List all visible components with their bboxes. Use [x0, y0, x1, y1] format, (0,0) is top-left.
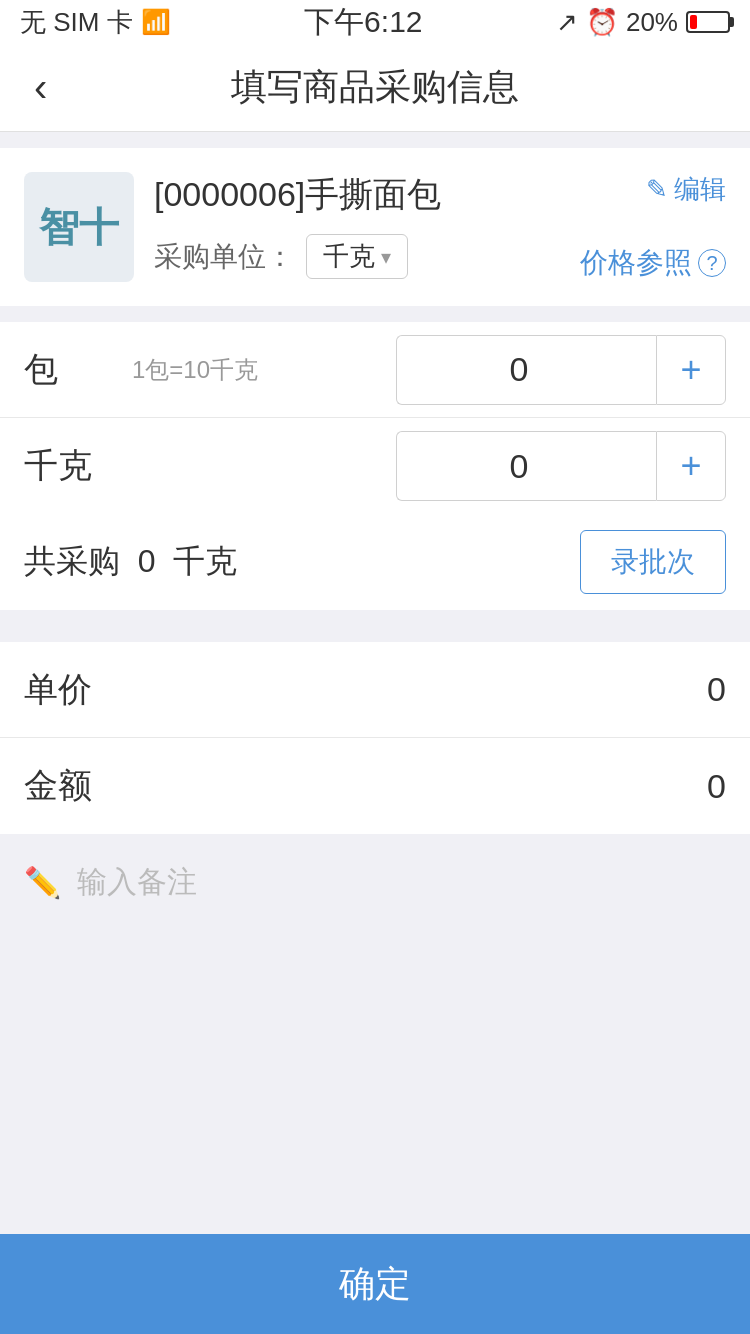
product-logo: 智十 — [39, 200, 119, 255]
wifi-icon: 📶 — [141, 8, 171, 36]
price-ref-label: 价格参照 — [580, 244, 692, 282]
total-label: 共采购 0 千克 — [24, 540, 237, 584]
bag-sublabel: 1包=10千克 — [132, 354, 258, 386]
unit-price-value: 0 — [707, 670, 726, 709]
product-card: 智十 [0000006]手撕面包 采购单位： 千克 ▾ ✎ 编辑 价格参照 ? — [0, 148, 750, 306]
product-name: [0000006]手撕面包 — [154, 172, 726, 218]
battery-percent: 20% — [626, 7, 678, 38]
unit-price-row: 单价 0 — [0, 642, 750, 738]
pencil-icon: ✏️ — [24, 865, 61, 900]
bag-quantity-input[interactable] — [396, 335, 656, 405]
kg-quantity-input[interactable] — [396, 431, 656, 501]
bag-input-row: 包 1包=10千克 + — [0, 322, 750, 418]
unit-selector[interactable]: 千克 ▾ — [306, 234, 408, 279]
kg-field-wrap: + — [124, 431, 726, 501]
nav-bar: ‹ 填写商品采购信息 — [0, 44, 750, 132]
record-batch-button[interactable]: 录批次 — [580, 530, 726, 594]
section-divider-1 — [0, 306, 750, 322]
unit-price-label: 单价 — [24, 667, 92, 713]
bag-plus-button[interactable]: + — [656, 335, 726, 405]
kg-label: 千克 — [24, 443, 124, 489]
remark-placeholder: 输入备注 — [77, 862, 197, 903]
carrier-label: 无 SIM 卡 — [20, 5, 133, 40]
unit-label: 采购单位： — [154, 238, 294, 276]
back-button[interactable]: ‹ — [24, 55, 57, 120]
amount-value: 0 — [707, 767, 726, 806]
status-bar: 无 SIM 卡 📶 下午6:12 ↗ ⏰ 20% — [0, 0, 750, 44]
location-icon: ↗ — [556, 7, 578, 38]
edit-label: 编辑 — [674, 172, 726, 207]
battery-indicator — [686, 11, 730, 33]
bottom-spacer — [0, 931, 750, 1131]
confirm-label: 确定 — [339, 1260, 411, 1309]
kg-input-row: 千克 + — [0, 418, 750, 514]
amount-row: 金额 0 — [0, 738, 750, 834]
price-ref-button[interactable]: 价格参照 ? — [580, 244, 726, 282]
page-title: 填写商品采购信息 — [231, 63, 519, 112]
unit-value: 千克 — [323, 239, 375, 274]
price-ref-help-icon: ? — [698, 249, 726, 277]
alarm-icon: ⏰ — [586, 7, 618, 38]
status-time: 下午6:12 — [304, 2, 422, 43]
price-info-section: 单价 0 金额 0 — [0, 642, 750, 834]
amount-label: 金额 — [24, 763, 92, 809]
product-thumbnail: 智十 — [24, 172, 134, 282]
kg-plus-button[interactable]: + — [656, 431, 726, 501]
status-left: 无 SIM 卡 📶 — [20, 5, 171, 40]
section-divider-2 — [0, 610, 750, 626]
remark-section[interactable]: ✏️ 输入备注 — [0, 834, 750, 931]
confirm-button[interactable]: 确定 — [0, 1234, 750, 1334]
bag-field-wrap: + — [258, 335, 726, 405]
edit-button[interactable]: ✎ 编辑 — [646, 172, 726, 207]
unit-dropdown-arrow: ▾ — [381, 245, 391, 269]
input-section: 包 1包=10千克 + 千克 + — [0, 322, 750, 514]
status-right: ↗ ⏰ 20% — [556, 7, 730, 38]
bag-label: 包 — [24, 347, 124, 393]
edit-icon: ✎ — [646, 174, 668, 205]
total-row: 共采购 0 千克 录批次 — [0, 514, 750, 610]
